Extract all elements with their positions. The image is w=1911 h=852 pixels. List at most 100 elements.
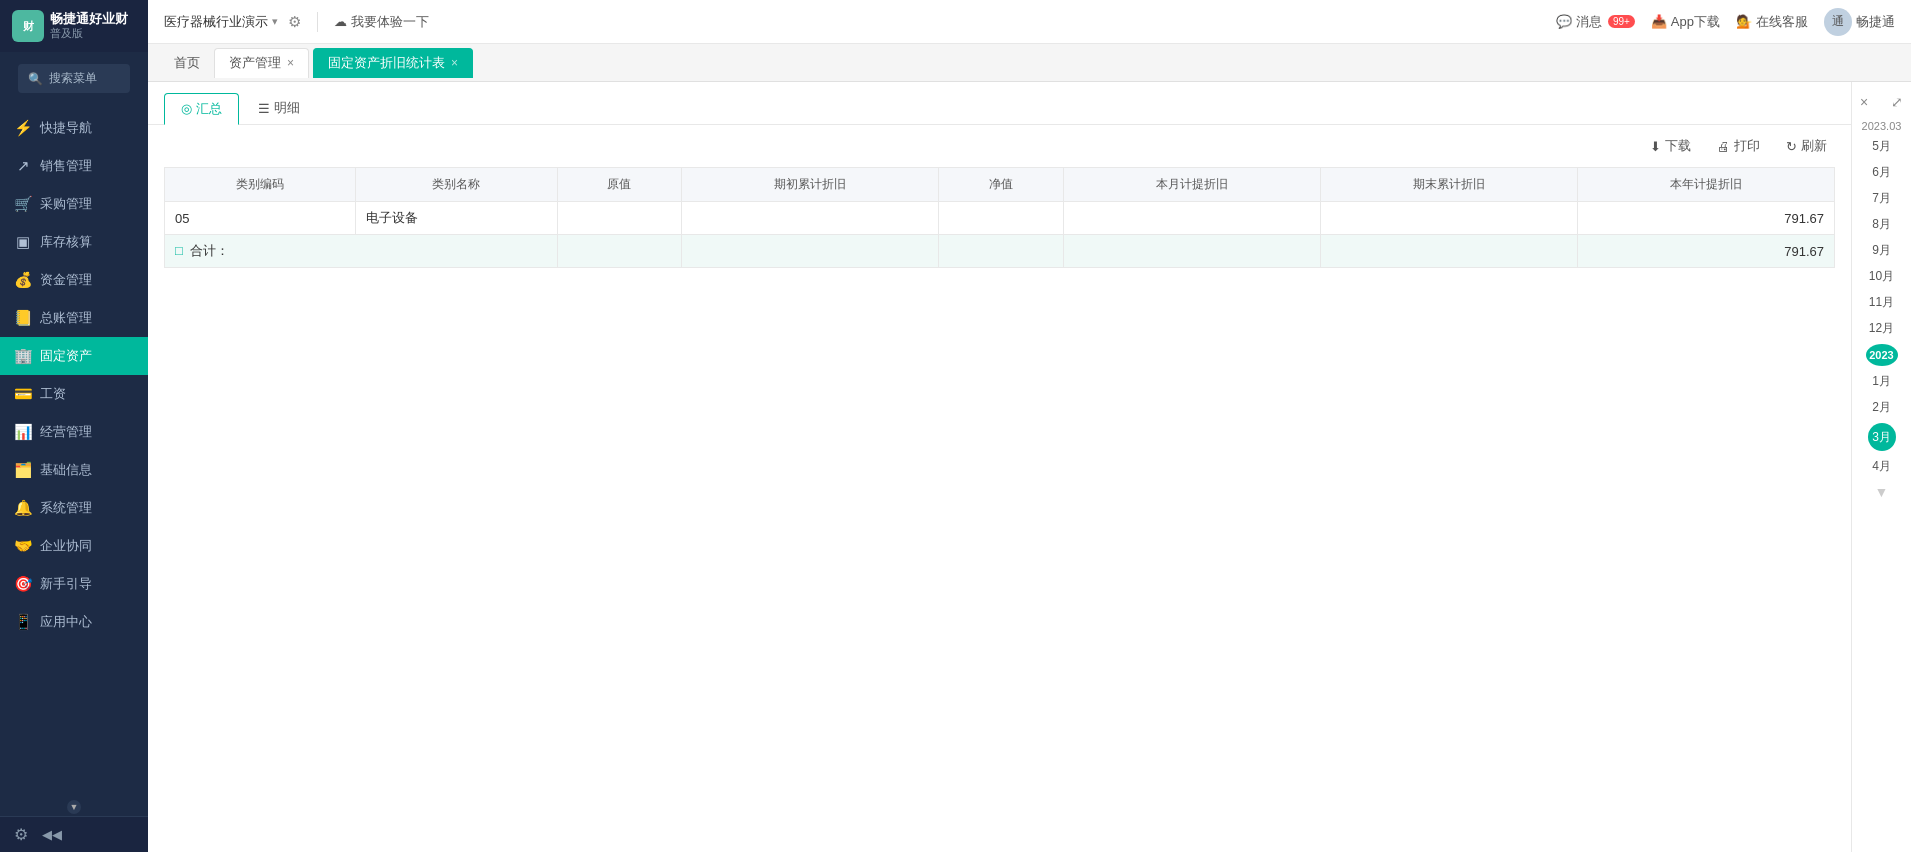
tab-label: 资产管理 bbox=[229, 54, 281, 72]
content-area: ◎ 汇总 ☰ 明细 ⬇ 下载 🖨 打印 ↻ bbox=[148, 82, 1911, 852]
month-item[interactable]: 12月 bbox=[1852, 316, 1911, 341]
finance-icon: 💰 bbox=[14, 271, 32, 289]
experience-button[interactable]: ☁ 我要体验一下 bbox=[334, 13, 429, 31]
sidebar-item-label: 应用中心 bbox=[40, 613, 92, 631]
tab-depreciation-report[interactable]: 固定资产折旧统计表 × bbox=[313, 48, 473, 78]
sidebar-item-guide[interactable]: 🎯 新手引导 bbox=[0, 565, 148, 603]
panel-scroll-down-icon[interactable]: ▼ bbox=[1875, 484, 1889, 500]
company-name: 医疗器械行业演示 bbox=[164, 13, 268, 31]
year-2023-badge[interactable]: 2023 bbox=[1866, 344, 1898, 366]
sidebar-item-app-center[interactable]: 📱 应用中心 bbox=[0, 603, 148, 641]
logo-icon: 财 bbox=[12, 10, 44, 42]
cell-annual-depreciation: 791.67 bbox=[1577, 202, 1834, 235]
sub-tab-label: 汇总 bbox=[196, 100, 222, 118]
sidebar-item-inventory[interactable]: ▣ 库存核算 bbox=[0, 223, 148, 261]
user-menu[interactable]: 通 畅捷通 bbox=[1824, 8, 1895, 36]
search-menu-button[interactable]: 🔍 搜索菜单 bbox=[18, 64, 130, 93]
print-icon: 🖨 bbox=[1717, 139, 1730, 154]
sum-icon: □ bbox=[175, 243, 183, 258]
operations-icon: 📊 bbox=[14, 423, 32, 441]
col-original-value: 原值 bbox=[557, 168, 681, 202]
online-service-button[interactable]: 💁 在线客服 bbox=[1736, 13, 1808, 31]
avatar: 通 bbox=[1824, 8, 1852, 36]
sidebar-item-system[interactable]: 🔔 系统管理 bbox=[0, 489, 148, 527]
settings-bottom-icon[interactable]: ⚙ bbox=[14, 825, 28, 844]
month-item[interactable]: 4月 bbox=[1852, 454, 1911, 479]
month-item[interactable]: 7月 bbox=[1852, 186, 1911, 211]
sub-tab-summary[interactable]: ◎ 汇总 bbox=[164, 93, 239, 125]
month-item[interactable]: 11月 bbox=[1852, 290, 1911, 315]
sidebar-item-label: 库存核算 bbox=[40, 233, 92, 251]
col-annual-depreciation: 本年计提折旧 bbox=[1577, 168, 1834, 202]
month-item[interactable]: 2月 bbox=[1852, 395, 1911, 420]
sidebar-item-collab[interactable]: 🤝 企业协同 bbox=[0, 527, 148, 565]
month-item[interactable]: 6月 bbox=[1852, 160, 1911, 185]
cell-period-accumulated bbox=[682, 202, 939, 235]
sidebar-scroll-down[interactable]: ▼ bbox=[67, 800, 81, 814]
sub-tab-label: 明细 bbox=[274, 99, 300, 117]
tab-home[interactable]: 首页 bbox=[164, 54, 210, 72]
sum-label: □ 合计： bbox=[165, 235, 558, 268]
sidebar-item-basic-info[interactable]: 🗂️ 基础信息 bbox=[0, 451, 148, 489]
sidebar-item-ledger[interactable]: 📒 总账管理 bbox=[0, 299, 148, 337]
sum-period-end bbox=[1320, 235, 1577, 268]
system-icon: 🔔 bbox=[14, 499, 32, 517]
panel-year-label: 2023.03 bbox=[1852, 118, 1911, 134]
topbar-divider bbox=[317, 12, 318, 32]
sidebar-item-label: 采购管理 bbox=[40, 195, 92, 213]
search-icon: 🔍 bbox=[28, 72, 43, 86]
col-monthly-depreciation: 本月计提折旧 bbox=[1063, 168, 1320, 202]
sum-period-acc bbox=[682, 235, 939, 268]
right-panel-header: × ⤢ bbox=[1852, 90, 1911, 114]
sidebar-item-fixed-assets[interactable]: 🏢 固定资产 bbox=[0, 337, 148, 375]
sidebar-item-label: 新手引导 bbox=[40, 575, 92, 593]
month-item[interactable]: 5月 bbox=[1852, 134, 1911, 159]
summary-icon: ◎ bbox=[181, 101, 192, 116]
tab-close-icon[interactable]: × bbox=[287, 56, 294, 70]
ledger-icon: 📒 bbox=[14, 309, 32, 327]
guide-icon: 🎯 bbox=[14, 575, 32, 593]
app-name: 畅捷通好业财 bbox=[50, 11, 128, 27]
right-panel-close-button[interactable]: × bbox=[1860, 94, 1868, 110]
tab-asset-mgmt[interactable]: 资产管理 × bbox=[214, 48, 309, 78]
refresh-button[interactable]: ↻ 刷新 bbox=[1778, 133, 1835, 159]
month-item[interactable]: 10月 bbox=[1852, 264, 1911, 289]
month-item[interactable]: 1月 bbox=[1852, 369, 1911, 394]
company-dropdown-icon: ▾ bbox=[272, 15, 278, 28]
sidebar-item-label: 经营管理 bbox=[40, 423, 92, 441]
sidebar-item-salary[interactable]: 💳 工资 bbox=[0, 375, 148, 413]
collapse-sidebar-button[interactable]: ◀◀ bbox=[42, 827, 62, 842]
app-edition: 普及版 bbox=[50, 26, 128, 41]
month-item[interactable]: 9月 bbox=[1852, 238, 1911, 263]
download-icon: 📥 bbox=[1651, 14, 1667, 29]
tab-close-active-icon[interactable]: × bbox=[451, 56, 458, 70]
sum-net bbox=[939, 235, 1063, 268]
settings-icon[interactable]: ⚙ bbox=[288, 13, 301, 31]
basic-info-icon: 🗂️ bbox=[14, 461, 32, 479]
col-net-value: 净值 bbox=[939, 168, 1063, 202]
print-button[interactable]: 🖨 打印 bbox=[1709, 133, 1768, 159]
cell-net-value bbox=[939, 202, 1063, 235]
month-3-active[interactable]: 3月 bbox=[1868, 423, 1896, 451]
download-icon: ⬇ bbox=[1650, 139, 1661, 154]
print-label: 打印 bbox=[1734, 137, 1760, 155]
col-category-code: 类别编码 bbox=[165, 168, 356, 202]
company-selector[interactable]: 医疗器械行业演示 ▾ bbox=[164, 13, 278, 31]
sidebar-item-quick-nav[interactable]: ⚡ 快捷导航 bbox=[0, 109, 148, 147]
cell-category-code: 05 bbox=[165, 202, 356, 235]
sidebar-item-finance[interactable]: 💰 资金管理 bbox=[0, 261, 148, 299]
sum-row: □ 合计： 791.67 bbox=[165, 235, 1835, 268]
sidebar-item-sales[interactable]: ↗ 销售管理 bbox=[0, 147, 148, 185]
sidebar-nav: ⚡ 快捷导航 ↗ 销售管理 🛒 采购管理 ▣ 库存核算 💰 资金管理 📒 总账管… bbox=[0, 105, 148, 798]
sub-tab-detail[interactable]: ☰ 明细 bbox=[241, 92, 317, 124]
sidebar-item-operations[interactable]: 📊 经营管理 bbox=[0, 413, 148, 451]
sidebar-item-purchase[interactable]: 🛒 采购管理 bbox=[0, 185, 148, 223]
month-item[interactable]: 8月 bbox=[1852, 212, 1911, 237]
download-button[interactable]: ⬇ 下载 bbox=[1642, 133, 1699, 159]
right-panel-expand-button[interactable]: ⤢ bbox=[1891, 94, 1903, 110]
notifications-button[interactable]: 💬 消息 99+ bbox=[1556, 13, 1635, 31]
experience-label: 我要体验一下 bbox=[351, 13, 429, 31]
user-name: 畅捷通 bbox=[1856, 13, 1895, 31]
cell-period-end-accumulated bbox=[1320, 202, 1577, 235]
app-download-button[interactable]: 📥 App下载 bbox=[1651, 13, 1720, 31]
